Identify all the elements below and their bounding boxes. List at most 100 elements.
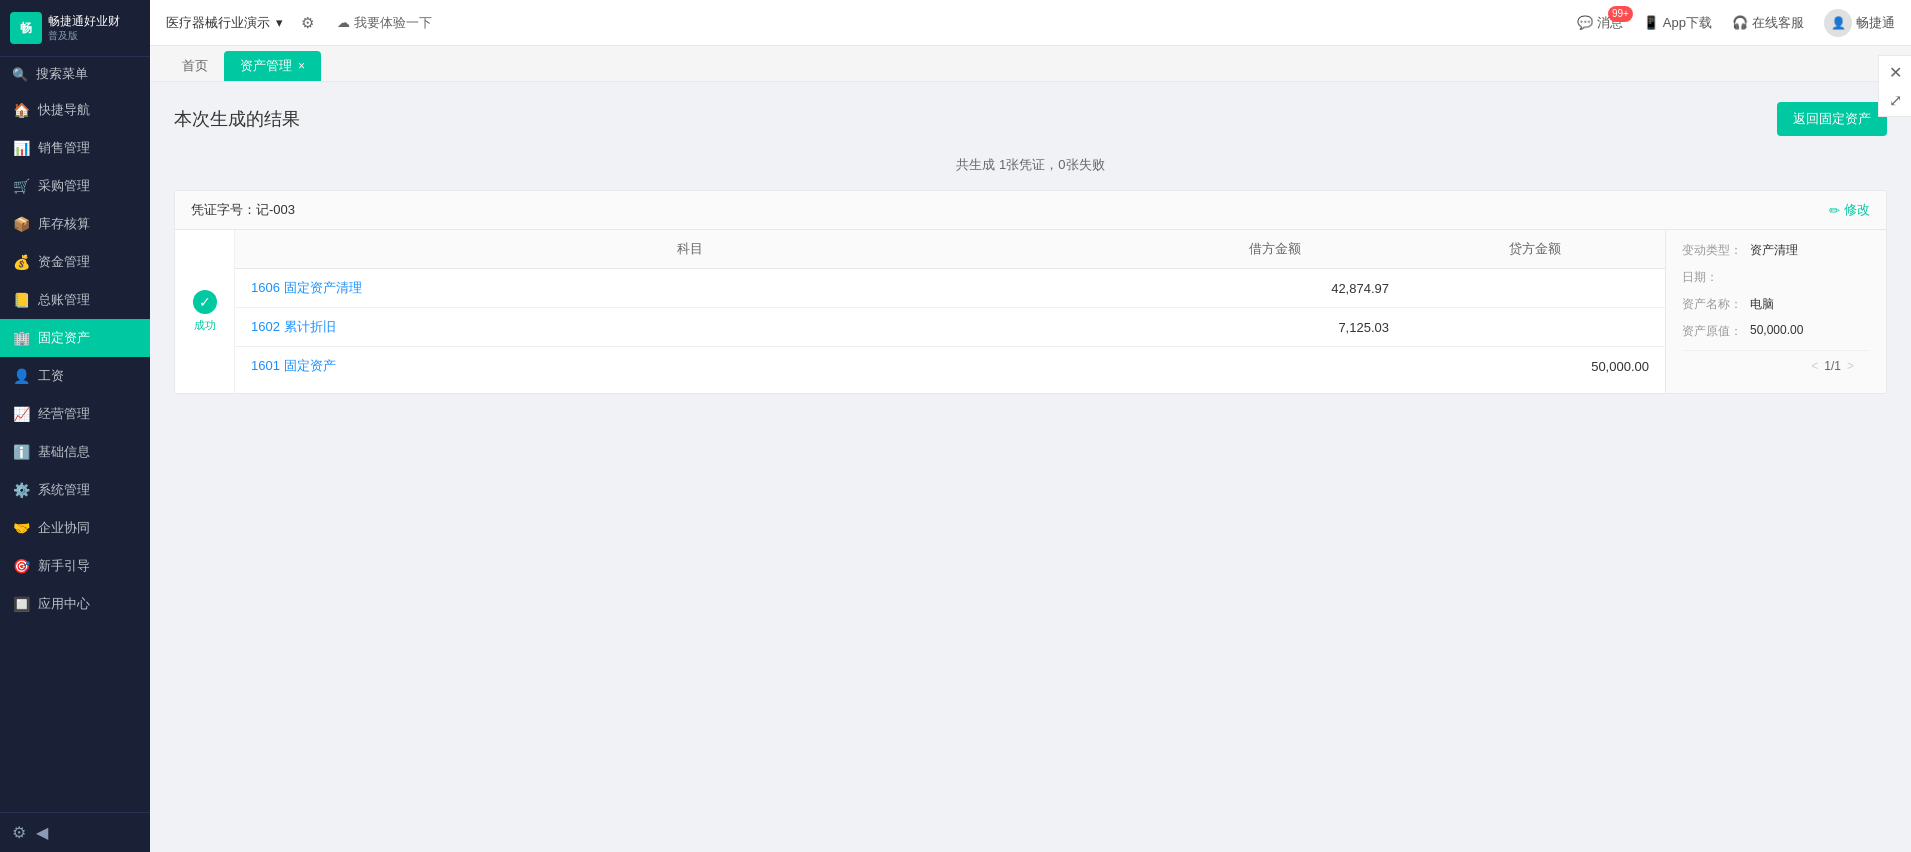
logo-icon: 畅 [10, 12, 42, 44]
original-value-value: 50,000.00 [1750, 323, 1803, 340]
nav-label-ledger: 总账管理 [38, 291, 90, 309]
search-icon: 🔍 [12, 67, 28, 82]
table-header: 科目 借方金额 贷方金额 [235, 230, 1665, 269]
tab-label-home: 首页 [182, 57, 208, 75]
app-download-button[interactable]: 📱 App下载 [1643, 14, 1712, 32]
table-row: 1601 固定资产 50,000.00 [235, 347, 1665, 385]
sidebar: 畅 畅捷通好业财 普及版 🔍 搜索菜单 🏠快捷导航📊销售管理🛒采购管理📦库存核算… [0, 0, 150, 852]
next-page-button[interactable]: > [1847, 359, 1854, 373]
nav-icon-enterprise: 🤝 [12, 519, 30, 537]
collapse-icon[interactable]: ◀ [36, 823, 48, 842]
main-area: 医疗器械行业演示 ▾ ⚙ ☁ 我要体验一下 💬 消息 99+ 📱 App下载 🎧… [150, 0, 1911, 852]
nav-icon-sys: ⚙️ [12, 481, 30, 499]
th-debit: 借方金额 [1145, 230, 1405, 268]
right-info-panel: 变动类型： 资产清理 日期： 资产名称： 电脑 资产原值： 50,000.00 [1666, 230, 1886, 393]
voucher-header: 凭证字号：记-003 ✏ 修改 [175, 191, 1886, 230]
user-area[interactable]: 👤 畅捷通 [1824, 9, 1895, 37]
tab-label-asset-mgmt: 资产管理 [240, 57, 292, 75]
original-value-row: 资产原值： 50,000.00 [1682, 323, 1870, 340]
nav-icon-fund: 💰 [12, 253, 30, 271]
nav-icon-ops: 📈 [12, 405, 30, 423]
online-service-button[interactable]: 🎧 在线客服 [1732, 14, 1804, 32]
change-type-value: 资产清理 [1750, 242, 1798, 259]
td-credit-1 [1405, 317, 1665, 337]
tab-home[interactable]: 首页 [166, 51, 224, 81]
th-subject: 科目 [235, 230, 1145, 268]
company-selector[interactable]: 医疗器械行业演示 ▾ [166, 14, 283, 32]
success-icon: ✓ [193, 290, 217, 314]
voucher-number: 凭证字号：记-003 [191, 201, 295, 219]
sidebar-item-quick-nav[interactable]: 🏠快捷导航 [0, 91, 150, 129]
voucher-left: ✓ 成功 科目 借方金额 贷方金额 1606 固定资产清理 42,874.97 [175, 230, 1666, 393]
search-menu[interactable]: 🔍 搜索菜单 [0, 57, 150, 91]
table-row: 1606 固定资产清理 42,874.97 [235, 269, 1665, 308]
nav-label-payroll: 工资 [38, 367, 64, 385]
top-right-area: 💬 消息 99+ 📱 App下载 🎧 在线客服 👤 畅捷通 [1577, 9, 1895, 37]
experience-button[interactable]: ☁ 我要体验一下 [337, 14, 432, 32]
settings-icon[interactable]: ⚙ [12, 823, 26, 842]
sidebar-item-sys[interactable]: ⚙️系统管理 [0, 471, 150, 509]
messages-badge: 99+ [1608, 6, 1633, 22]
tab-close-asset-mgmt[interactable]: × [298, 59, 305, 73]
subject-link-1[interactable]: 1602 累计折旧 [251, 319, 336, 334]
edit-label: 修改 [1844, 201, 1870, 219]
status-column: ✓ 成功 [175, 230, 235, 393]
page-header: 本次生成的结果 返回固定资产 [174, 102, 1887, 136]
sidebar-item-purchase[interactable]: 🛒采购管理 [0, 167, 150, 205]
edit-icon: ✏ [1829, 203, 1840, 218]
td-subject-1: 1602 累计折旧 [235, 308, 1145, 346]
sidebar-item-fund[interactable]: 💰 资金管理 [0, 243, 150, 281]
nav-list: 🏠快捷导航📊销售管理🛒采购管理📦库存核算 💰 资金管理 📒 总账管理 🏢固定资产 👤 工资 📈 经… [0, 91, 150, 812]
asset-name-row: 资产名称： 电脑 [1682, 296, 1870, 313]
date-row: 日期： [1682, 269, 1870, 286]
nav-label-ops: 经营管理 [38, 405, 90, 423]
voucher-table: 科目 借方金额 贷方金额 1606 固定资产清理 42,874.97 1602 … [235, 230, 1666, 393]
logo-text: 畅捷通好业财 [48, 13, 120, 30]
expand-panel-button[interactable]: ⤢ [1883, 88, 1907, 112]
nav-label-fund: 资金管理 [38, 253, 90, 271]
nav-label-basic-info: 基础信息 [38, 443, 90, 461]
tab-asset-mgmt[interactable]: 资产管理 × [224, 51, 321, 81]
original-value-label: 资产原值： [1682, 323, 1742, 340]
nav-icon-fixed-assets: 🏢 [12, 329, 30, 347]
search-label: 搜索菜单 [36, 65, 88, 83]
sidebar-item-ops[interactable]: 📈 经营管理 [0, 395, 150, 433]
nav-icon-ledger: 📒 [12, 291, 30, 309]
td-debit-0: 42,874.97 [1145, 271, 1405, 306]
panel-controls: ✕ ⤢ [1878, 55, 1911, 117]
th-credit: 贷方金额 [1405, 230, 1665, 268]
nav-label-quick-nav: 快捷导航 [38, 101, 90, 119]
return-button[interactable]: 返回固定资产 [1777, 102, 1887, 136]
table-row: 1602 累计折旧 7,125.03 [235, 308, 1665, 347]
close-panel-button[interactable]: ✕ [1883, 60, 1907, 84]
voucher-body: ✓ 成功 科目 借方金额 贷方金额 1606 固定资产清理 42,874.97 [175, 230, 1886, 393]
sidebar-item-fixed-assets[interactable]: 🏢固定资产 [0, 319, 150, 357]
subject-link-2[interactable]: 1601 固定资产 [251, 358, 336, 373]
td-debit-2 [1145, 356, 1405, 376]
nav-icon-payroll: 👤 [12, 367, 30, 385]
content-area: 本次生成的结果 返回固定资产 共生成 1张凭证，0张失败 凭证字号：记-003 … [150, 82, 1911, 852]
sidebar-item-app-center[interactable]: 🔲应用中心 [0, 585, 150, 623]
td-credit-2: 50,000.00 [1405, 349, 1665, 384]
message-icon: 💬 [1577, 15, 1593, 30]
page-title: 本次生成的结果 [174, 107, 300, 131]
sidebar-item-basic-info[interactable]: ℹ️ 基础信息 [0, 433, 150, 471]
nav-icon-basic-info: ℹ️ [12, 443, 30, 461]
sidebar-item-guide[interactable]: 🎯新手引导 [0, 547, 150, 585]
company-name: 医疗器械行业演示 [166, 14, 270, 32]
td-debit-1: 7,125.03 [1145, 310, 1405, 345]
edit-button[interactable]: ✏ 修改 [1829, 201, 1870, 219]
sidebar-item-enterprise[interactable]: 🤝企业协同 [0, 509, 150, 547]
prev-page-button[interactable]: < [1811, 359, 1818, 373]
nav-label-purchase: 采购管理 [38, 177, 90, 195]
sidebar-item-sales[interactable]: 📊销售管理 [0, 129, 150, 167]
nav-label-guide: 新手引导 [38, 557, 90, 575]
success-label: 成功 [194, 318, 216, 333]
messages-button[interactable]: 💬 消息 99+ [1577, 14, 1623, 32]
sidebar-item-inventory[interactable]: 📦库存核算 [0, 205, 150, 243]
subject-link-0[interactable]: 1606 固定资产清理 [251, 280, 362, 295]
logo-area: 畅 畅捷通好业财 普及版 [0, 0, 150, 57]
settings-button[interactable]: ⚙ [293, 9, 321, 37]
sidebar-item-ledger[interactable]: 📒 总账管理 [0, 281, 150, 319]
sidebar-item-payroll[interactable]: 👤 工资 [0, 357, 150, 395]
